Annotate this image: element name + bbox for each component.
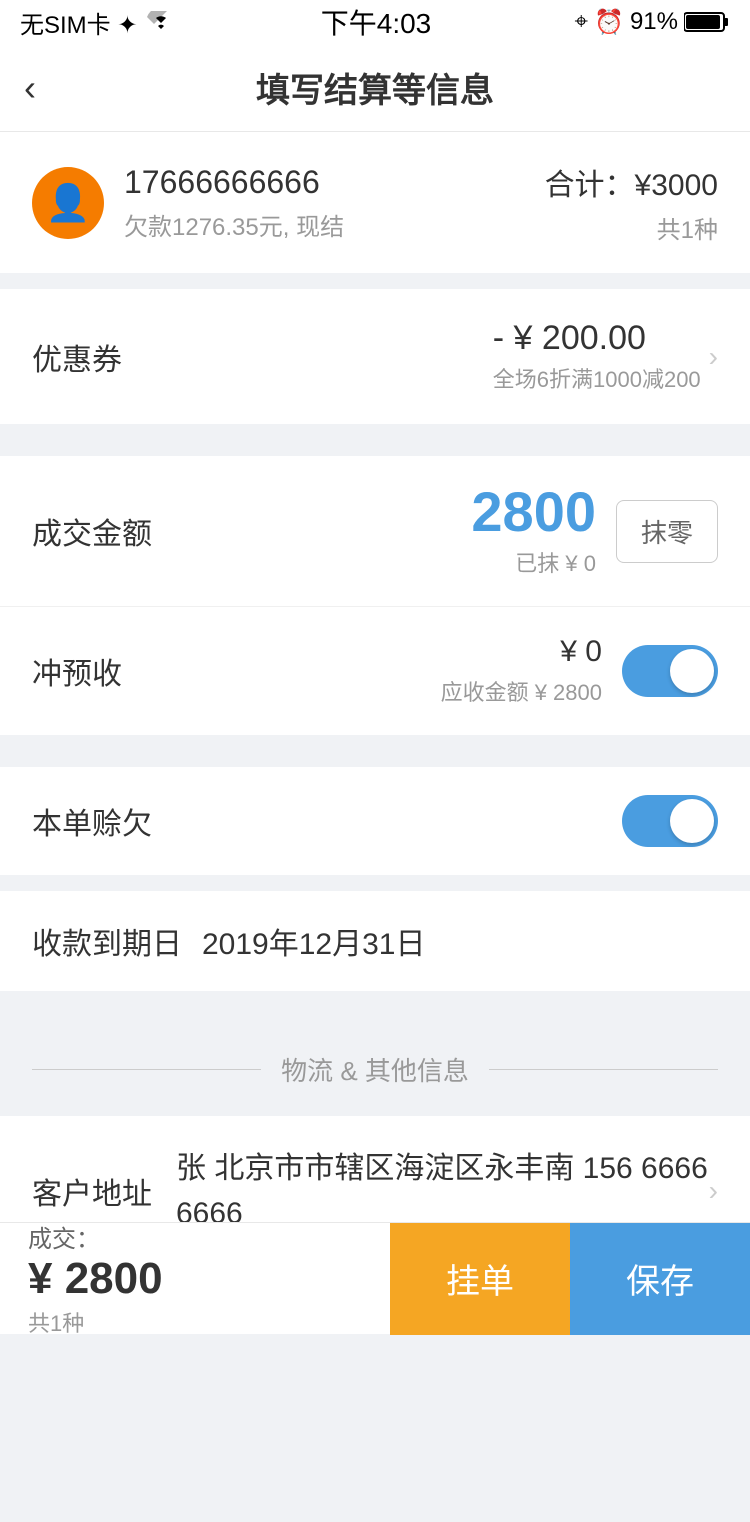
- divider-line-left: [32, 1069, 261, 1070]
- bottom-deal-label: 成交：: [28, 1226, 100, 1253]
- status-right: ⌖ ⏰ 91%: [575, 8, 730, 37]
- coupon-chevron-icon: ›: [709, 341, 718, 373]
- coupon-row[interactable]: 优惠券 - ¥ 200.00 全场6折满1000减200 ›: [0, 289, 750, 424]
- location-icon: ⌖: [575, 8, 589, 36]
- hold-button[interactable]: 挂单: [390, 1223, 570, 1335]
- deal-right: 2800 已抹 ¥ 0 抹零: [471, 484, 718, 578]
- prepay-sub: 应收金额 ¥ 2800: [441, 675, 602, 707]
- bottom-deal-count: 共1种: [28, 1306, 362, 1338]
- divider-text: 物流 & 其他信息: [281, 1051, 469, 1088]
- status-time: 下午4:03: [321, 2, 432, 42]
- debt-toggle[interactable]: [622, 795, 718, 847]
- prepay-value: ¥ 0: [441, 635, 602, 669]
- back-button[interactable]: ‹: [24, 67, 36, 109]
- save-button[interactable]: 保存: [570, 1223, 750, 1335]
- user-details: 17666666666 欠款1276.35元, 现结: [124, 164, 344, 242]
- due-date-label: 收款到期日: [32, 919, 182, 963]
- prepay-label: 冲预收: [32, 649, 122, 693]
- nav-bar: ‹ 填写结算等信息: [0, 44, 750, 132]
- page-title: 填写结算等信息: [256, 63, 494, 112]
- section-gap-3: [0, 1007, 750, 1023]
- coupon-right: - ¥ 200.00 全场6折满1000减200 ›: [493, 319, 718, 394]
- deal-amount-value: 2800: [471, 484, 596, 540]
- due-date-value: 2019年12月31日: [202, 919, 425, 963]
- prepay-toggle[interactable]: [622, 645, 718, 697]
- bottom-deal-amount: ¥ 2800: [28, 1254, 362, 1304]
- section-divider: 物流 & 其他信息: [0, 1023, 750, 1116]
- bottom-deal-info: 成交： ¥ 2800 共1种: [0, 1219, 390, 1338]
- debt-label: 本单赊欠: [32, 799, 152, 843]
- user-debt: 欠款1276.35元, 现结: [124, 207, 344, 242]
- avatar: 👤: [32, 167, 104, 239]
- toggle-knob: [670, 649, 714, 693]
- alarm-icon: ⏰: [594, 8, 624, 37]
- user-phone: 17666666666: [124, 164, 344, 201]
- deal-amount-row: 成交金额 2800 已抹 ¥ 0 抹零: [0, 456, 750, 607]
- sim-status: 无SIM卡 ✦: [20, 5, 137, 40]
- bottom-bar: 成交： ¥ 2800 共1种 挂单 保存: [0, 1222, 750, 1334]
- debt-toggle-knob: [670, 799, 714, 843]
- prepay-amount: ¥ 0 应收金额 ¥ 2800: [441, 635, 602, 707]
- user-info: 👤 17666666666 欠款1276.35元, 现结: [32, 164, 344, 242]
- battery-level: 91%: [630, 8, 678, 36]
- total-amount: 合计：¥3000: [545, 160, 718, 204]
- status-left: 无SIM卡 ✦: [20, 5, 177, 40]
- wifi-icon: [145, 11, 177, 33]
- section-gap-2: [0, 751, 750, 767]
- battery-icon: [684, 11, 730, 33]
- section-gap: [0, 440, 750, 456]
- address-chevron-icon: ›: [709, 1175, 718, 1207]
- prepay-row: 冲预收 ¥ 0 应收金额 ¥ 2800: [0, 607, 750, 735]
- status-bar: 无SIM卡 ✦ 下午4:03 ⌖ ⏰ 91%: [0, 0, 750, 44]
- deal-section: 成交金额 2800 已抹 ¥ 0 抹零 冲预收 ¥ 0 应收金额 ¥ 2800: [0, 456, 750, 735]
- deal-amount-sub: 已抹 ¥ 0: [471, 546, 596, 578]
- user-total: 合计：¥3000 共1种: [545, 160, 718, 245]
- prepay-right: ¥ 0 应收金额 ¥ 2800: [441, 635, 718, 707]
- due-date-row: 收款到期日 2019年12月31日: [0, 891, 750, 991]
- divider-line-right: [489, 1069, 718, 1070]
- address-label: 客户地址: [32, 1169, 152, 1213]
- total-count: 共1种: [545, 210, 718, 245]
- coupon-label: 优惠券: [32, 335, 122, 379]
- round-button[interactable]: 抹零: [616, 500, 718, 563]
- coupon-desc: 全场6折满1000减200: [493, 362, 701, 394]
- coupon-discount: - ¥ 200.00: [493, 319, 701, 358]
- avatar-icon: 👤: [46, 182, 91, 224]
- debt-row: 本单赊欠: [0, 767, 750, 875]
- user-card: 👤 17666666666 欠款1276.35元, 现结 合计：¥3000 共1…: [0, 132, 750, 273]
- deal-amount-label: 成交金额: [32, 509, 152, 553]
